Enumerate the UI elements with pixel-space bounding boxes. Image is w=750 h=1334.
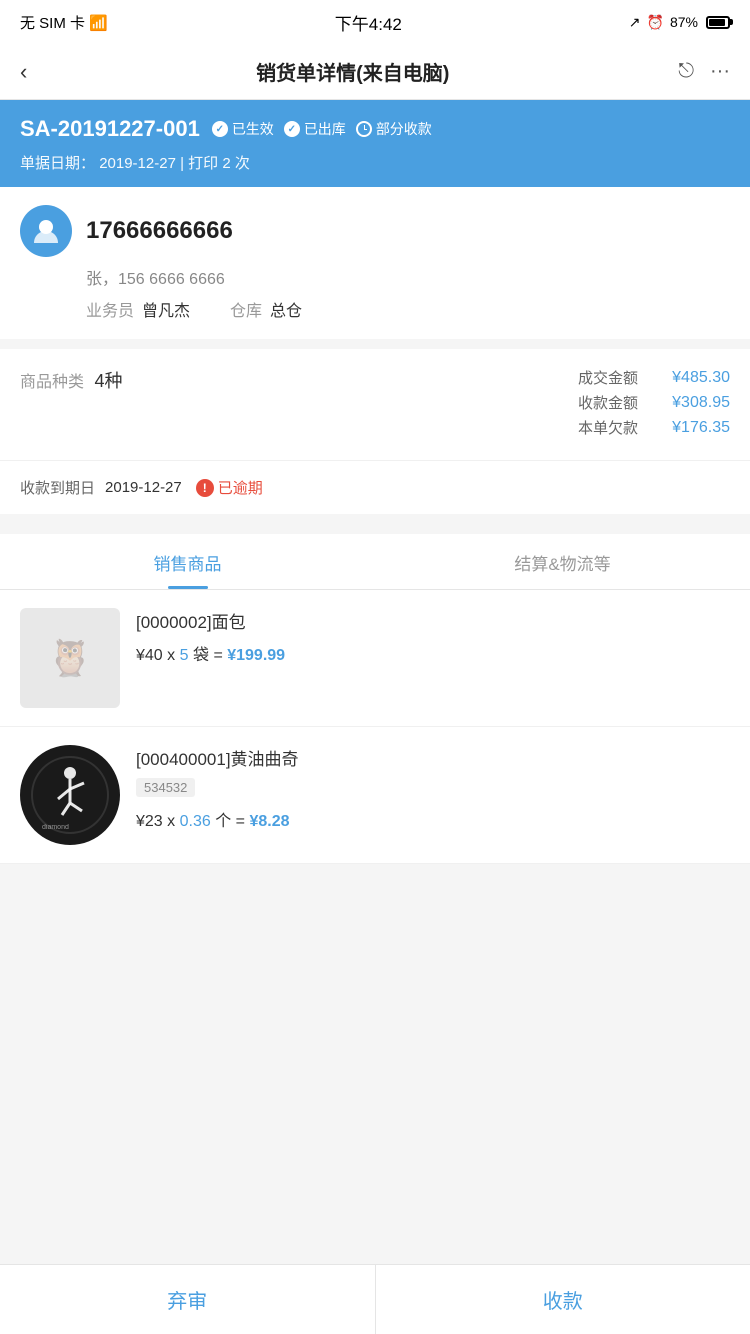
tab-settlement[interactable]: 结算&物流等 xyxy=(375,534,750,589)
back-button[interactable]: ‹ xyxy=(20,59,27,85)
battery-percent: 87% xyxy=(670,14,698,30)
product-thumb-1: 🦉 xyxy=(20,608,120,708)
salesperson-meta: 业务员 曾凡杰 xyxy=(86,297,190,321)
stats-left: 商品种类 4种 xyxy=(20,367,122,393)
stats-right: 成交金额 ¥485.30 收款金额 ¥308.95 本单欠款 ¥176.35 xyxy=(578,367,730,442)
alarm-icon: ⏰ xyxy=(647,14,664,31)
product-tag-2: 534532 xyxy=(136,778,195,797)
due-date-section: 收款到期日 2019-12-27 ! 已逾期 xyxy=(0,460,750,514)
stats-section: 商品种类 4种 成交金额 ¥485.30 收款金额 ¥308.95 本单欠款 ¥… xyxy=(0,349,750,460)
nav-bar: ‹ 销货单详情(来自电脑) ⎋ ··· xyxy=(0,44,750,100)
check-icon-1: ✓ xyxy=(212,121,228,137)
status-badge-shipped: ✓ 已出库 xyxy=(284,119,346,139)
product-thumb-2: diamond xyxy=(20,745,120,845)
divider-1 xyxy=(0,339,750,349)
battery-icon xyxy=(706,16,730,29)
clock-icon xyxy=(356,121,372,137)
nav-right-icons: ⎋ ··· xyxy=(678,60,730,83)
status-badges: ✓ 已生效 ✓ 已出库 部分收款 xyxy=(212,119,432,139)
product-name-2: [000400001]黄油曲奇 xyxy=(136,745,730,770)
status-badge-partial: 部分收款 xyxy=(356,119,432,139)
status-badge-effective: ✓ 已生效 xyxy=(212,119,274,139)
bottom-bar: 弃审 收款 xyxy=(0,1264,750,1334)
tabs-section: 销售商品 结算&物流等 xyxy=(0,534,750,590)
product-info-1: [0000002]面包 ¥40 x 5 袋 = ¥199.99 xyxy=(136,608,730,665)
collect-payment-button[interactable]: 收款 xyxy=(376,1265,750,1334)
product-price-row-1: ¥40 x 5 袋 = ¥199.99 xyxy=(136,641,730,665)
customer-phone: 17666666666 xyxy=(86,217,233,245)
customer-row: 17666666666 xyxy=(20,205,730,257)
status-icons: ↗ ⏰ 87% xyxy=(629,14,730,31)
product-info-2: [000400001]黄油曲奇 534532 ¥23 x 0.36 个 = ¥8… xyxy=(136,745,730,831)
placeholder-owl-icon: 🦉 xyxy=(48,637,93,679)
overdue-badge: ! 已逾期 xyxy=(196,477,263,498)
customer-meta: 业务员 曾凡杰 仓库 总仓 xyxy=(86,297,730,321)
status-time: 下午4:42 xyxy=(335,10,402,35)
debt-amount-row: 本单欠款 ¥176.35 xyxy=(578,417,730,438)
tabs-row: 销售商品 结算&物流等 xyxy=(0,534,750,589)
carrier-wifi: 无 SIM 卡 📶 xyxy=(20,12,108,33)
tab-sales-products[interactable]: 销售商品 xyxy=(0,534,375,589)
product-price-row-2: ¥23 x 0.36 个 = ¥8.28 xyxy=(136,807,730,831)
order-header-banner: SA-20191227-001 ✓ 已生效 ✓ 已出库 部分收款 单据日期： 2… xyxy=(0,100,750,187)
warehouse-meta: 仓库 总仓 xyxy=(230,297,302,321)
check-icon-2: ✓ xyxy=(284,121,300,137)
avatar xyxy=(20,205,72,257)
list-item: diamond [000400001]黄油曲奇 534532 ¥23 x 0.3… xyxy=(0,727,750,864)
customer-section: 17666666666 张，156 6666 6666 业务员 曾凡杰 仓库 总… xyxy=(0,187,750,339)
svg-text:diamond: diamond xyxy=(42,824,69,831)
nav-title: 销货单详情(来自电脑) xyxy=(256,57,449,86)
list-item: 🦉 [0000002]面包 ¥40 x 5 袋 = ¥199.99 xyxy=(0,590,750,727)
share-icon[interactable]: ⎋ xyxy=(678,60,694,83)
more-icon[interactable]: ··· xyxy=(710,60,730,83)
product-name-1: [0000002]面包 xyxy=(136,608,730,633)
order-id: SA-20191227-001 xyxy=(20,116,200,142)
customer-name-phone: 张，156 6666 6666 xyxy=(86,265,730,289)
order-date-row: 单据日期： 2019-12-27 | 打印 2 次 xyxy=(20,152,730,173)
received-amount-row: 收款金额 ¥308.95 xyxy=(578,392,730,413)
status-bar: 无 SIM 卡 📶 下午4:42 ↗ ⏰ 87% xyxy=(0,0,750,44)
deal-amount-row: 成交金额 ¥485.30 xyxy=(578,367,730,388)
product-list: 🦉 [0000002]面包 ¥40 x 5 袋 = ¥199.99 xyxy=(0,590,750,864)
location-icon: ↗ xyxy=(629,14,641,31)
abandon-review-button[interactable]: 弃审 xyxy=(0,1265,376,1334)
divider-2 xyxy=(0,514,750,524)
overdue-icon: ! xyxy=(196,479,214,497)
